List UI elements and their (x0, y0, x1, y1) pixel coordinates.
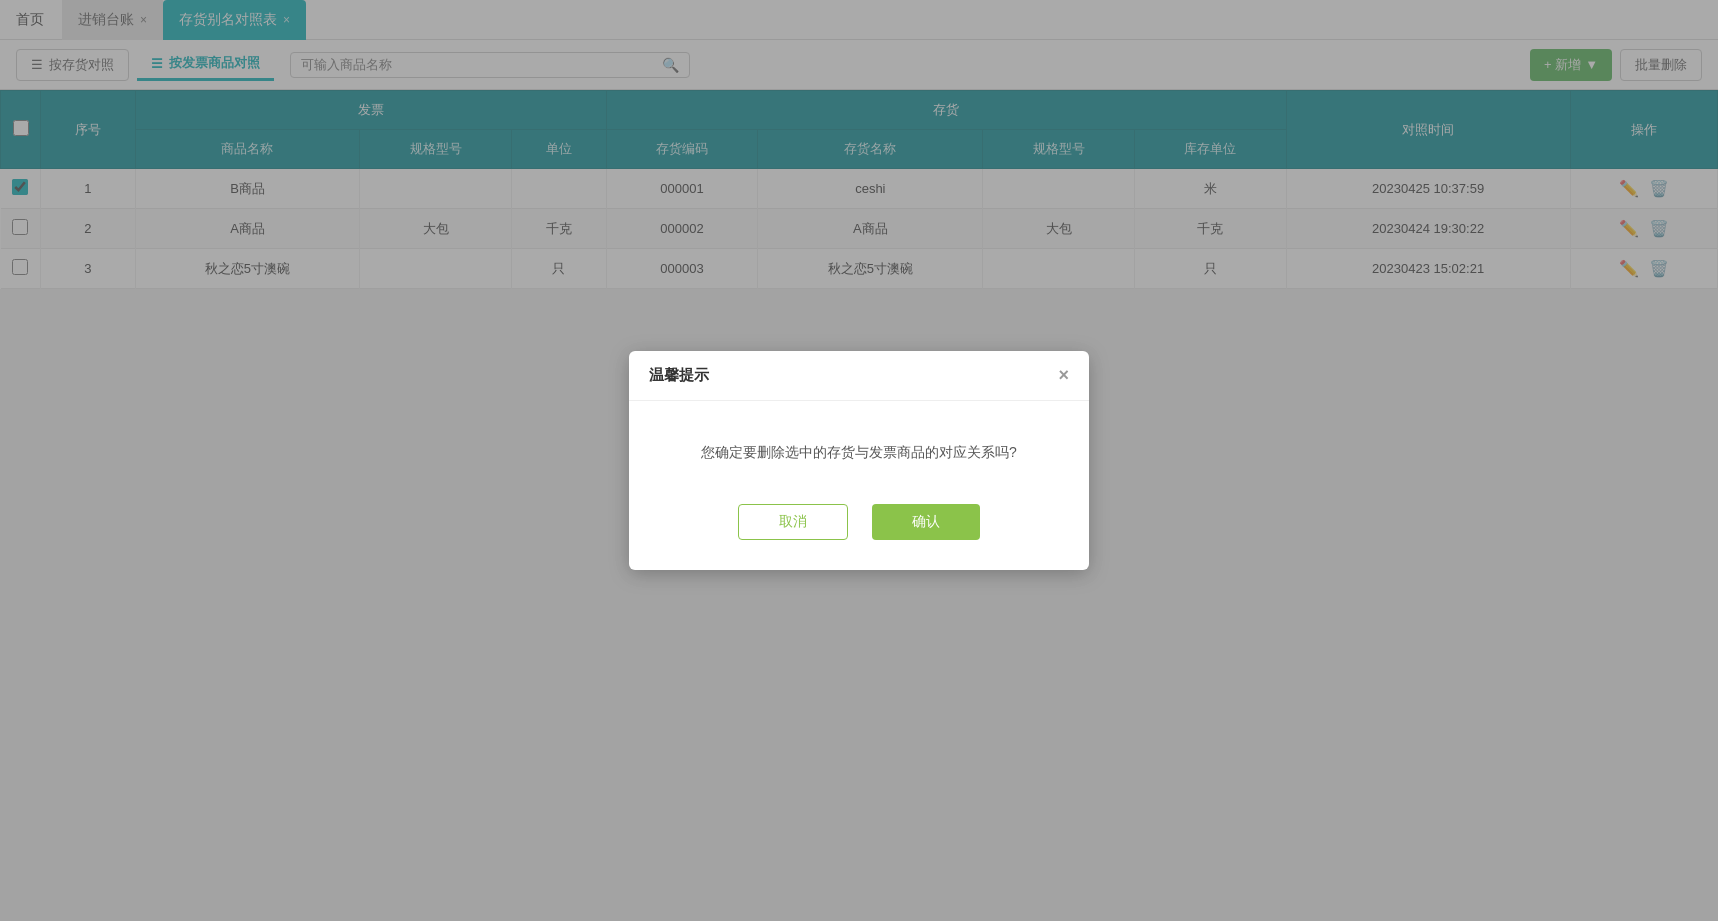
dialog-header: 温馨提示 × (629, 351, 1089, 401)
modal-overlay: 温馨提示 × 您确定要删除选中的存货与发票商品的对应关系吗? 取消 确认 (0, 0, 1718, 921)
confirm-dialog: 温馨提示 × 您确定要删除选中的存货与发票商品的对应关系吗? 取消 确认 (629, 351, 1089, 569)
dialog-body: 您确定要删除选中的存货与发票商品的对应关系吗? (629, 401, 1089, 493)
dialog-footer: 取消 确认 (629, 494, 1089, 570)
dialog-close-icon[interactable]: × (1058, 365, 1069, 386)
confirm-button[interactable]: 确认 (872, 504, 980, 540)
dialog-title: 温馨提示 (649, 366, 709, 385)
cancel-button[interactable]: 取消 (738, 504, 848, 540)
dialog-message: 您确定要删除选中的存货与发票商品的对应关系吗? (701, 444, 1017, 460)
